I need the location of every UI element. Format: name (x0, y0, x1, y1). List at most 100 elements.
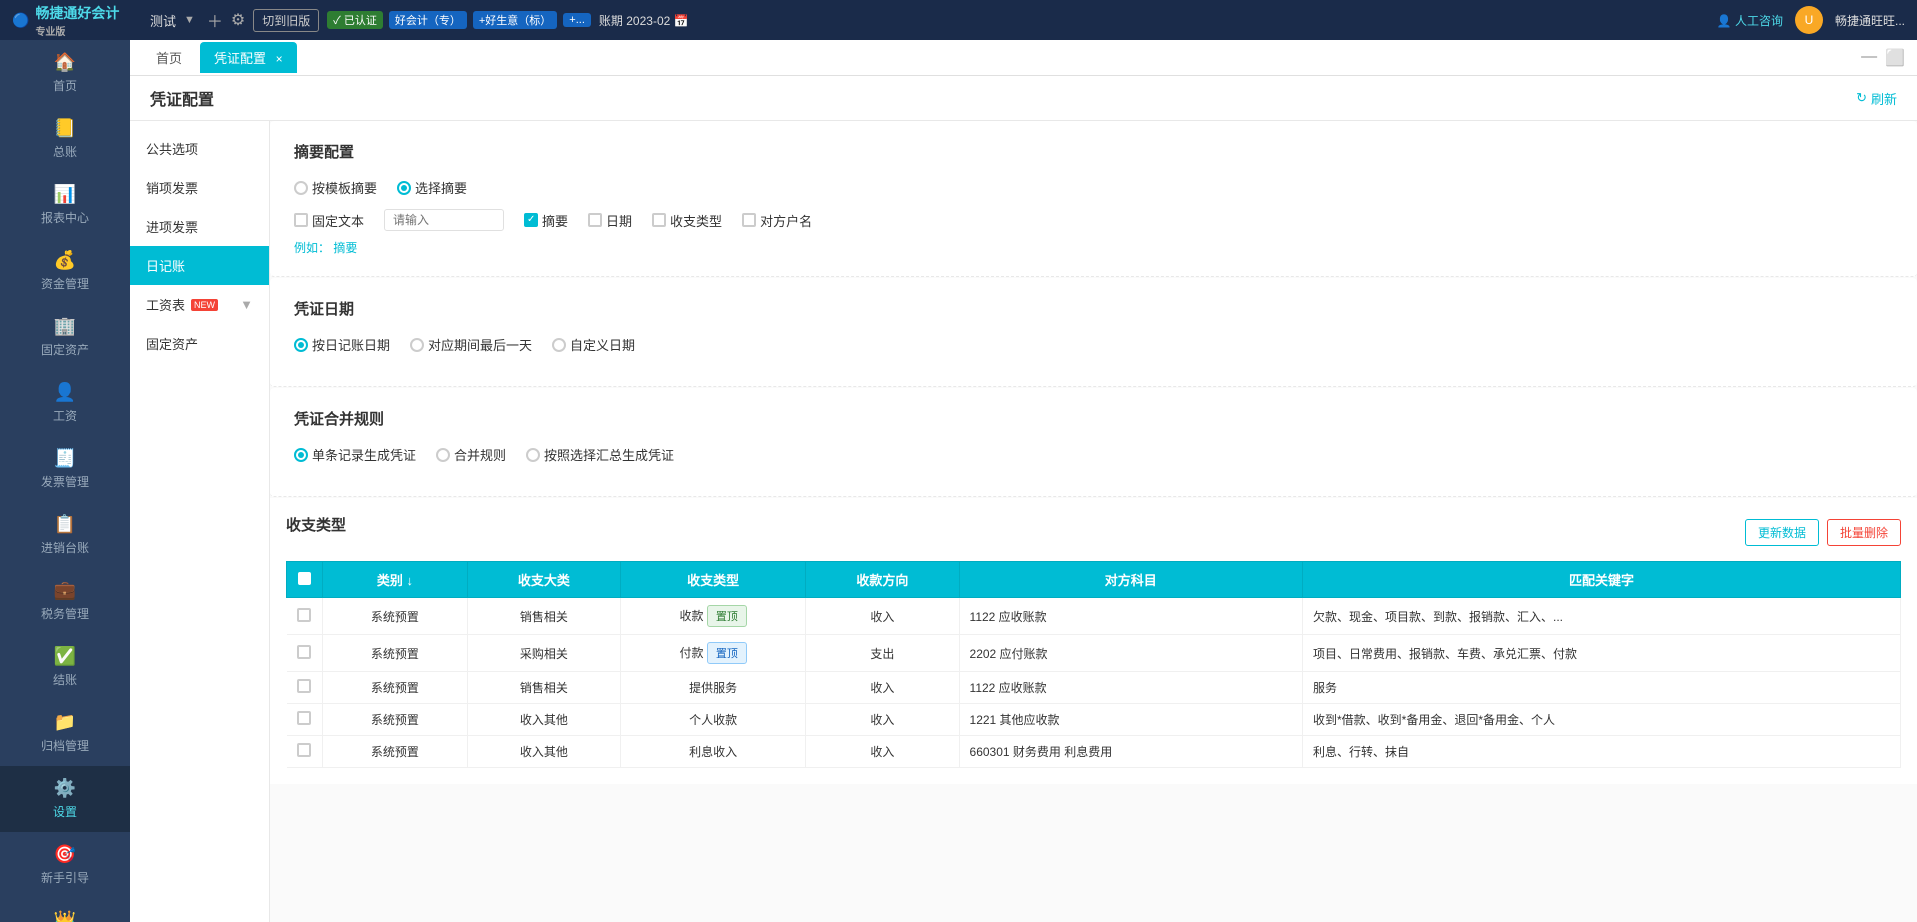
invoice-icon: 🧾 (54, 448, 76, 469)
user-avatar[interactable]: U (1795, 6, 1823, 34)
left-menu-fixed-assets[interactable]: 固定资产 (130, 324, 269, 363)
delete-btn[interactable]: 批量删除 (1827, 519, 1901, 546)
row-checkbox-4[interactable] (297, 743, 311, 757)
date-radio1[interactable]: 按日记账日期 (294, 335, 390, 354)
date-checkbox[interactable]: 日期 (588, 211, 632, 230)
update-btn[interactable]: 更新数据 (1745, 519, 1819, 546)
cell-big-type: 收入其他 (467, 704, 620, 736)
counterpart-checkbox-box (742, 213, 756, 227)
workspace-arrow-icon[interactable]: ▼ (184, 14, 195, 26)
summary-radio2[interactable]: 选择摘要 (397, 178, 467, 197)
sidebar-item-reports[interactable]: 📊 报表中心 (0, 172, 130, 238)
sidebar-item-ledger[interactable]: 📒 总账 (0, 106, 130, 172)
cell-big-type: 销售相关 (467, 598, 620, 635)
type-checkbox[interactable]: 收支类型 (652, 211, 722, 230)
sidebar-item-invoice[interactable]: 🧾 发票管理 (0, 436, 130, 502)
row-checkbox-0[interactable] (297, 608, 311, 622)
row-checkbox-1[interactable] (297, 645, 311, 659)
cell-subject: 1122 应收账款 (959, 598, 1302, 635)
home-icon: 🏠 (54, 52, 76, 73)
sidebar-item-stock[interactable]: 📋 进销台账 (0, 502, 130, 568)
top-tag-btn[interactable]: 置顶 (707, 605, 747, 627)
sidebar-item-assets[interactable]: 🏢 固定资产 (0, 304, 130, 370)
maximize-icon[interactable]: ⬜ (1885, 48, 1905, 68)
counterpart-checkbox[interactable]: 对方户名 (742, 211, 812, 230)
cell-direction: 支出 (806, 635, 959, 672)
right-actions: 👤 人工咨询 U 畅捷通旺旺... (1717, 6, 1905, 34)
cell-income-type: 利息收入 (620, 736, 805, 768)
summary-checkbox-row: 固定文本 摘要 日期 收支类型 (294, 209, 1893, 231)
cell-category: 系统预置 (323, 704, 468, 736)
sidebar-item-close[interactable]: ✅ 结账 (0, 634, 130, 700)
merge-radio2[interactable]: 合并规则 (436, 445, 506, 464)
sidebar-label-reports: 报表中心 (41, 209, 89, 226)
income-table: 类别 ↓ 收支大类 收支类型 收款方向 对方科目 匹配关键字 系统预置销售相关收… (286, 561, 1901, 768)
workspace-name[interactable]: 测试 (150, 11, 176, 30)
date-radio2[interactable]: 对应期间最后一天 (410, 335, 532, 354)
cell-income-type: 付款 置顶 (620, 635, 805, 672)
left-menu-public[interactable]: 公共选项 (130, 129, 269, 168)
top-tag-btn[interactable]: 置顶 (707, 642, 747, 664)
ledger-icon: 📒 (54, 118, 76, 139)
left-menu-journal[interactable]: 日记账 (130, 246, 269, 285)
cell-direction: 收入 (806, 672, 959, 704)
cell-income-type: 提供服务 (620, 672, 805, 704)
date-radio1-circle (294, 338, 308, 352)
fixed-text-input[interactable] (384, 209, 504, 231)
cell-keywords: 服务 (1303, 672, 1901, 704)
left-menu-sales[interactable]: 销项发票 (130, 168, 269, 207)
merge-radio-group: 单条记录生成凭证 合并规则 按照选择汇总生成凭证 (294, 445, 1893, 464)
select-all-checkbox[interactable] (298, 572, 311, 585)
summary-checkbox-box (524, 213, 538, 227)
sidebar-item-member[interactable]: 👑 畅会员 (0, 898, 130, 922)
sidebar-item-funds[interactable]: 💰 资金管理 (0, 238, 130, 304)
row-checkbox-3[interactable] (297, 711, 311, 725)
settings-icon[interactable]: ⚙ (231, 10, 245, 30)
period-label: 账期 2023-02 📅 (599, 12, 689, 29)
cell-category: 系统预置 (323, 736, 468, 768)
reports-icon: 📊 (54, 184, 76, 205)
date-checkbox-box (588, 213, 602, 227)
summary-checkbox[interactable]: 摘要 (524, 211, 568, 230)
tab-bar: 首页 凭证配置 × — ⬜ (130, 40, 1917, 76)
switch-old-btn[interactable]: 切到旧版 (253, 9, 319, 32)
sidebar-label-archive: 归档管理 (41, 737, 89, 754)
tab-close-icon[interactable]: × (276, 52, 283, 66)
merge-radio3-circle (526, 448, 540, 462)
type-checkbox-box (652, 213, 666, 227)
sidebar-label-tax: 税务管理 (41, 605, 89, 622)
left-menu-purchase[interactable]: 进项发票 (130, 207, 269, 246)
logo-icon: 🔵 (12, 12, 29, 29)
sidebar-item-guide[interactable]: 🎯 新手引导 (0, 832, 130, 898)
merge-radio3[interactable]: 按照选择汇总生成凭证 (526, 445, 674, 464)
sidebar-item-home[interactable]: 🏠 首页 (0, 40, 130, 106)
date-radio3[interactable]: 自定义日期 (552, 335, 635, 354)
cell-category: 系统预置 (323, 672, 468, 704)
table-row: 系统预置采购相关付款 置顶支出2202 应付账款项目、日常费用、报销款、车费、承… (287, 635, 1901, 672)
merge-radio1[interactable]: 单条记录生成凭证 (294, 445, 416, 464)
sidebar-item-settings[interactable]: ⚙️ 设置 (0, 766, 130, 832)
consult-btn[interactable]: 👤 人工咨询 (1717, 12, 1783, 29)
summary-radio1[interactable]: 按模板摘要 (294, 178, 377, 197)
assets-icon: 🏢 (54, 316, 76, 337)
sidebar-item-tax[interactable]: 💼 税务管理 (0, 568, 130, 634)
minimize-icon[interactable]: — (1861, 48, 1877, 68)
sidebar-item-archive[interactable]: 📁 归档管理 (0, 700, 130, 766)
tab-voucher[interactable]: 凭证配置 × (200, 42, 297, 73)
row-checkbox-2[interactable] (297, 679, 311, 693)
refresh-btn[interactable]: ↻ 刷新 (1856, 89, 1897, 108)
main-layout: 🏠 首页 📒 总账 📊 报表中心 💰 资金管理 🏢 固定资产 👤 工资 🧾 发票… (0, 40, 1917, 922)
username[interactable]: 畅捷通旺旺... (1835, 12, 1905, 29)
page-title-bar: 凭证配置 ↻ 刷新 (130, 76, 1917, 121)
tab-home[interactable]: 首页 (142, 42, 196, 73)
sidebar-item-salary[interactable]: 👤 工资 (0, 370, 130, 436)
example-text: 例如： 摘要 (294, 239, 1893, 256)
left-menu-payroll[interactable]: 工资表 NEW ▼ (130, 285, 269, 324)
cell-keywords: 项目、日常费用、报销款、车费、承兑汇票、付款 (1303, 635, 1901, 672)
income-section: 收支类型 更新数据 批量删除 类别 ↓ (270, 498, 1917, 784)
stock-icon: 📋 (54, 514, 76, 535)
add-icon[interactable]: ＋ (207, 8, 223, 32)
page-title: 凭证配置 (150, 86, 214, 110)
table-row: 系统预置收入其他个人收款收入1221 其他应收款收到*借款、收到*备用金、退回*… (287, 704, 1901, 736)
fixed-text-checkbox[interactable]: 固定文本 (294, 211, 364, 230)
